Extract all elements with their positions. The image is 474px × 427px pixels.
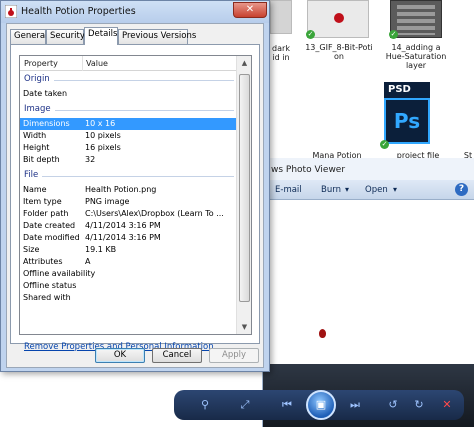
properties-list[interactable]: Property Value Origin Date taken Image D…: [19, 55, 252, 335]
tab-previous-versions[interactable]: Previous Versions: [118, 29, 196, 44]
tile-label-partial: dark id in: [272, 44, 290, 62]
list-row-offline-availability[interactable]: Offline availability: [20, 268, 236, 280]
tile-label-gif: 13_GIF_8-Bit-Poti on: [305, 43, 373, 61]
next-icon[interactable]: ⏭: [346, 397, 364, 412]
tab-general[interactable]: General: [10, 29, 48, 44]
cancel-button[interactable]: Cancel: [152, 348, 202, 363]
burn-menu[interactable]: Burn: [321, 185, 341, 195]
tile-label-layers: 14_adding a Hue-Saturation layer: [385, 43, 447, 70]
properties-dialog: Health Potion Properties ✕ General Secur…: [0, 0, 270, 372]
email-menu[interactable]: E-mail: [275, 185, 302, 195]
actual-size-icon[interactable]: ⤢: [236, 397, 254, 412]
open-menu[interactable]: Open: [365, 185, 388, 195]
list-row-dimensions[interactable]: Dimensions 10 x 16: [20, 118, 236, 130]
photo-viewer-window: ws Photo Viewer ▾ E-mail Burn ▾ Open ▾ ?: [262, 158, 474, 427]
photo-viewer-menubar: ▾ E-mail Burn ▾ Open ▾ ?: [263, 180, 474, 200]
potion-icon: [334, 13, 344, 23]
group-file: File: [24, 170, 234, 182]
column-property[interactable]: Property: [24, 59, 58, 68]
list-row-folder-path[interactable]: Folder path C:\Users\Alex\Dropbox (Learn…: [20, 208, 236, 220]
group-image: Image: [24, 104, 234, 116]
photoshop-icon: Ps: [384, 98, 430, 144]
ok-button[interactable]: OK: [95, 348, 145, 363]
list-row-size[interactable]: Size 19.1 KB: [20, 244, 236, 256]
sync-check-icon: ✓: [380, 140, 389, 149]
column-value[interactable]: Value: [86, 59, 108, 68]
group-image-label: Image: [24, 104, 55, 114]
group-file-label: File: [24, 170, 43, 180]
chevron-down-icon: ▾: [345, 185, 350, 194]
desktop: dark id in ✓ 13_GIF_8-Bit-Poti on ✓ 14_a…: [0, 0, 474, 427]
list-row-width[interactable]: Width 10 pixels: [20, 130, 236, 142]
sync-check-icon: ✓: [389, 30, 398, 39]
slideshow-icon[interactable]: ▣: [306, 390, 336, 420]
scroll-down-icon[interactable]: ▼: [237, 320, 251, 334]
scrollbar-thumb[interactable]: [239, 74, 250, 302]
tab-security[interactable]: Security: [46, 29, 85, 44]
list-row-date-taken[interactable]: Date taken: [20, 88, 236, 100]
tile-thumbnail-gif[interactable]: [307, 0, 369, 38]
potion-file-icon: [5, 5, 17, 18]
vertical-scrollbar[interactable]: ▲ ▼: [236, 56, 251, 334]
list-row-date-created[interactable]: Date created 4/11/2014 3:16 PM: [20, 220, 236, 232]
apply-button[interactable]: Apply: [209, 348, 259, 363]
list-header: Property Value: [20, 56, 236, 71]
scroll-up-icon[interactable]: ▲: [237, 56, 251, 70]
list-row-shared-with[interactable]: Shared with: [20, 292, 236, 300]
sync-check-icon: ✓: [306, 30, 315, 39]
list-row-name[interactable]: Name Health Potion.png: [20, 184, 236, 196]
list-row-date-modified[interactable]: Date modified 4/11/2014 3:16 PM: [20, 232, 236, 244]
dialog-titlebar[interactable]: Health Potion Properties ✕: [1, 1, 269, 23]
photo-viewer-title: ws Photo Viewer: [271, 165, 346, 175]
zoom-icon[interactable]: ⚲: [196, 397, 214, 412]
list-row-height[interactable]: Height 16 pixels: [20, 142, 236, 154]
list-row-bit-depth[interactable]: Bit depth 32: [20, 154, 236, 166]
list-row-attributes[interactable]: Attributes A: [20, 256, 236, 268]
list-row-item-type[interactable]: Item type PNG image: [20, 196, 236, 208]
previous-icon[interactable]: ⏮: [278, 397, 296, 412]
details-panel: Property Value Origin Date taken Image D…: [10, 44, 260, 352]
list-row-offline-status[interactable]: Offline status: [20, 280, 236, 292]
image-canvas: [263, 200, 474, 364]
tab-details[interactable]: Details: [84, 27, 118, 45]
group-origin: Origin: [24, 74, 234, 86]
chevron-down-icon: ▾: [393, 185, 398, 194]
rotate-left-icon[interactable]: ↺: [384, 397, 402, 412]
dialog-client: General Security Details Previous Versio…: [6, 23, 264, 368]
dialog-title: Health Potion Properties: [21, 6, 136, 17]
help-icon[interactable]: ?: [455, 183, 468, 196]
psd-file-icon[interactable]: PSD Ps: [384, 82, 430, 144]
close-button[interactable]: ✕: [233, 2, 267, 18]
column-divider[interactable]: [82, 56, 83, 71]
photo-viewer-controls: ⚲ ⤢ ⏮ ▣ ⏭ ↺ ↻ ✕: [174, 390, 464, 420]
group-origin-label: Origin: [24, 74, 54, 84]
health-potion-image: [319, 329, 326, 338]
delete-icon[interactable]: ✕: [438, 397, 456, 412]
psd-badge: PSD: [384, 82, 430, 98]
rotate-right-icon[interactable]: ↻: [410, 397, 428, 412]
tile-thumbnail-partial[interactable]: [270, 0, 292, 34]
layers-panel-icon: [397, 5, 435, 35]
